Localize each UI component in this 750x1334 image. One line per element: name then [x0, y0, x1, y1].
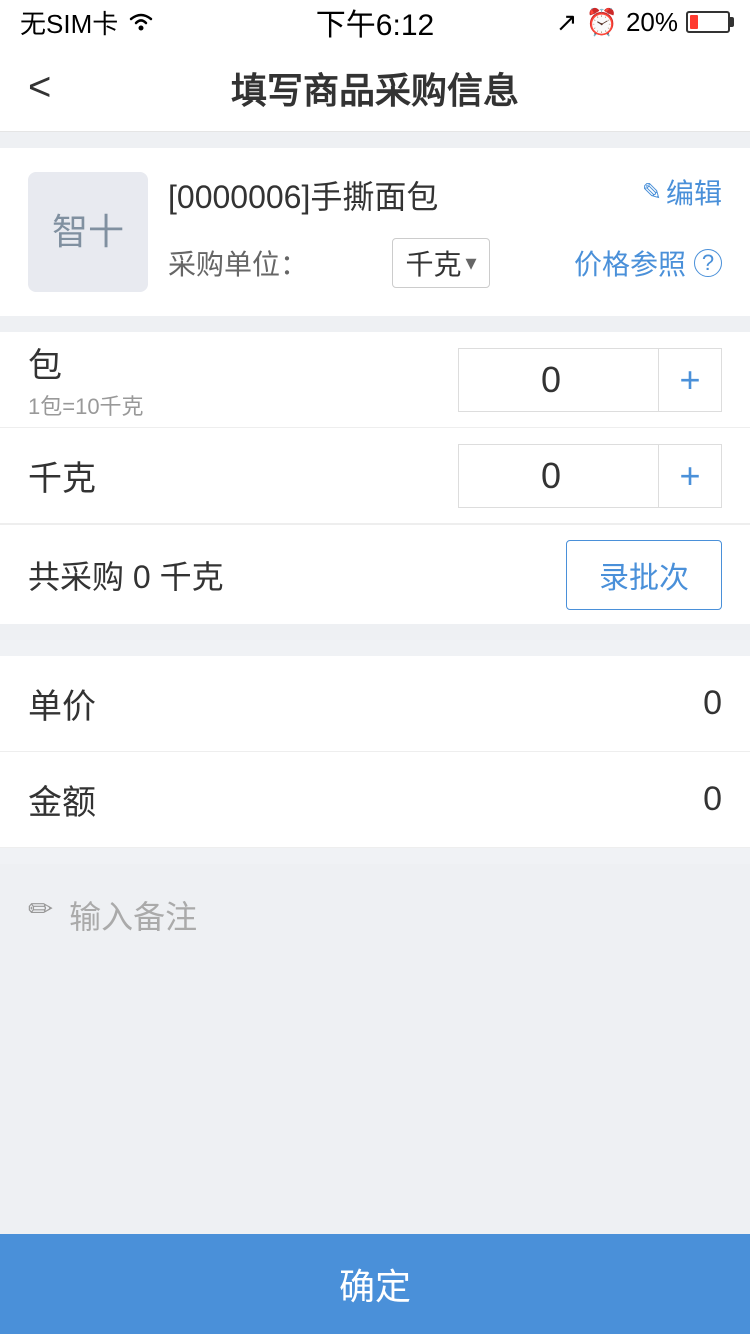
battery-pct: 20%: [626, 7, 678, 38]
product-logo: 智十: [52, 214, 124, 250]
note-section[interactable]: ✏ 输入备注: [0, 864, 750, 984]
unit-value: 千克: [405, 243, 461, 283]
wifi-icon: [126, 7, 156, 38]
confirm-label: 确定: [339, 1258, 411, 1310]
amount-label: 金额: [28, 775, 96, 824]
price-section: 单价 0 金额 0: [0, 656, 750, 848]
product-name: [0000006]手撕面包: [168, 172, 438, 218]
kg-label-group: 千克: [28, 451, 148, 500]
status-bar-right: ↗ ⏰ 20%: [556, 7, 730, 38]
bag-qty-wrapper: +: [458, 348, 722, 412]
back-button[interactable]: <: [28, 65, 51, 110]
status-bar-left: 无SIM卡: [20, 4, 156, 41]
unit-chevron-icon: ▾: [465, 250, 476, 276]
kg-input-row: 千克 +: [0, 428, 750, 524]
divider-product: [0, 316, 750, 332]
carrier-label: 无SIM卡: [20, 4, 118, 41]
divider-summary: [0, 624, 750, 640]
note-placeholder: 输入备注: [69, 892, 197, 938]
battery-icon: [686, 11, 730, 33]
kg-plus-button[interactable]: +: [658, 444, 722, 508]
bag-label-group: 包 1包=10千克: [28, 338, 148, 421]
status-bar: 无SIM卡 下午6:12 ↗ ⏰ 20%: [0, 0, 750, 44]
bag-sub-label: 1包=10千克: [28, 389, 148, 421]
unit-price-row: 单价 0: [0, 656, 750, 752]
location-icon: ↗: [556, 7, 578, 38]
amount-row: 金额 0: [0, 752, 750, 848]
content-spacer: [0, 984, 750, 1234]
nav-bar: < 填写商品采购信息: [0, 44, 750, 132]
input-section: 包 1包=10千克 + 千克 +: [0, 332, 750, 524]
product-card: 智十 [0000006]手撕面包 ✎ 编辑 采购单位： 千克 ▾ 价格参照 ?: [0, 148, 750, 316]
unit-price-value: 0: [703, 684, 722, 723]
price-ref-label: 价格参照: [574, 243, 686, 283]
unit-label: 采购单位：: [168, 243, 308, 283]
summary-text: 共采购 0 千克: [28, 552, 224, 598]
price-ref-help-icon: ?: [694, 249, 722, 277]
divider-top: [0, 132, 750, 148]
edit-label: 编辑: [666, 172, 722, 212]
kg-qty-wrapper: +: [458, 444, 722, 508]
page-title: 填写商品采购信息: [231, 62, 519, 114]
batch-button[interactable]: 录批次: [566, 540, 722, 610]
bag-qty-input[interactable]: [458, 348, 658, 412]
pencil-icon: ✏: [28, 892, 53, 927]
edit-icon: ✎: [642, 178, 662, 207]
price-ref-button[interactable]: 价格参照 ?: [574, 243, 722, 283]
product-info: [0000006]手撕面包 ✎ 编辑 采购单位： 千克 ▾ 价格参照 ?: [168, 172, 722, 288]
unit-price-label: 单价: [28, 679, 96, 728]
unit-select[interactable]: 千克 ▾: [392, 238, 489, 288]
kg-qty-input[interactable]: [458, 444, 658, 508]
kg-label: 千克: [28, 451, 148, 500]
status-bar-time: 下午6:12: [316, 0, 434, 44]
bag-plus-button[interactable]: +: [658, 348, 722, 412]
summary-row: 共采购 0 千克 录批次: [0, 524, 750, 624]
product-image: 智十: [28, 172, 148, 292]
edit-button[interactable]: ✎ 编辑: [642, 172, 722, 212]
bag-input-row: 包 1包=10千克 +: [0, 332, 750, 428]
confirm-button[interactable]: 确定: [0, 1234, 750, 1334]
alarm-icon: ⏰: [586, 7, 618, 38]
bag-label: 包: [28, 338, 148, 387]
amount-value: 0: [703, 780, 722, 819]
